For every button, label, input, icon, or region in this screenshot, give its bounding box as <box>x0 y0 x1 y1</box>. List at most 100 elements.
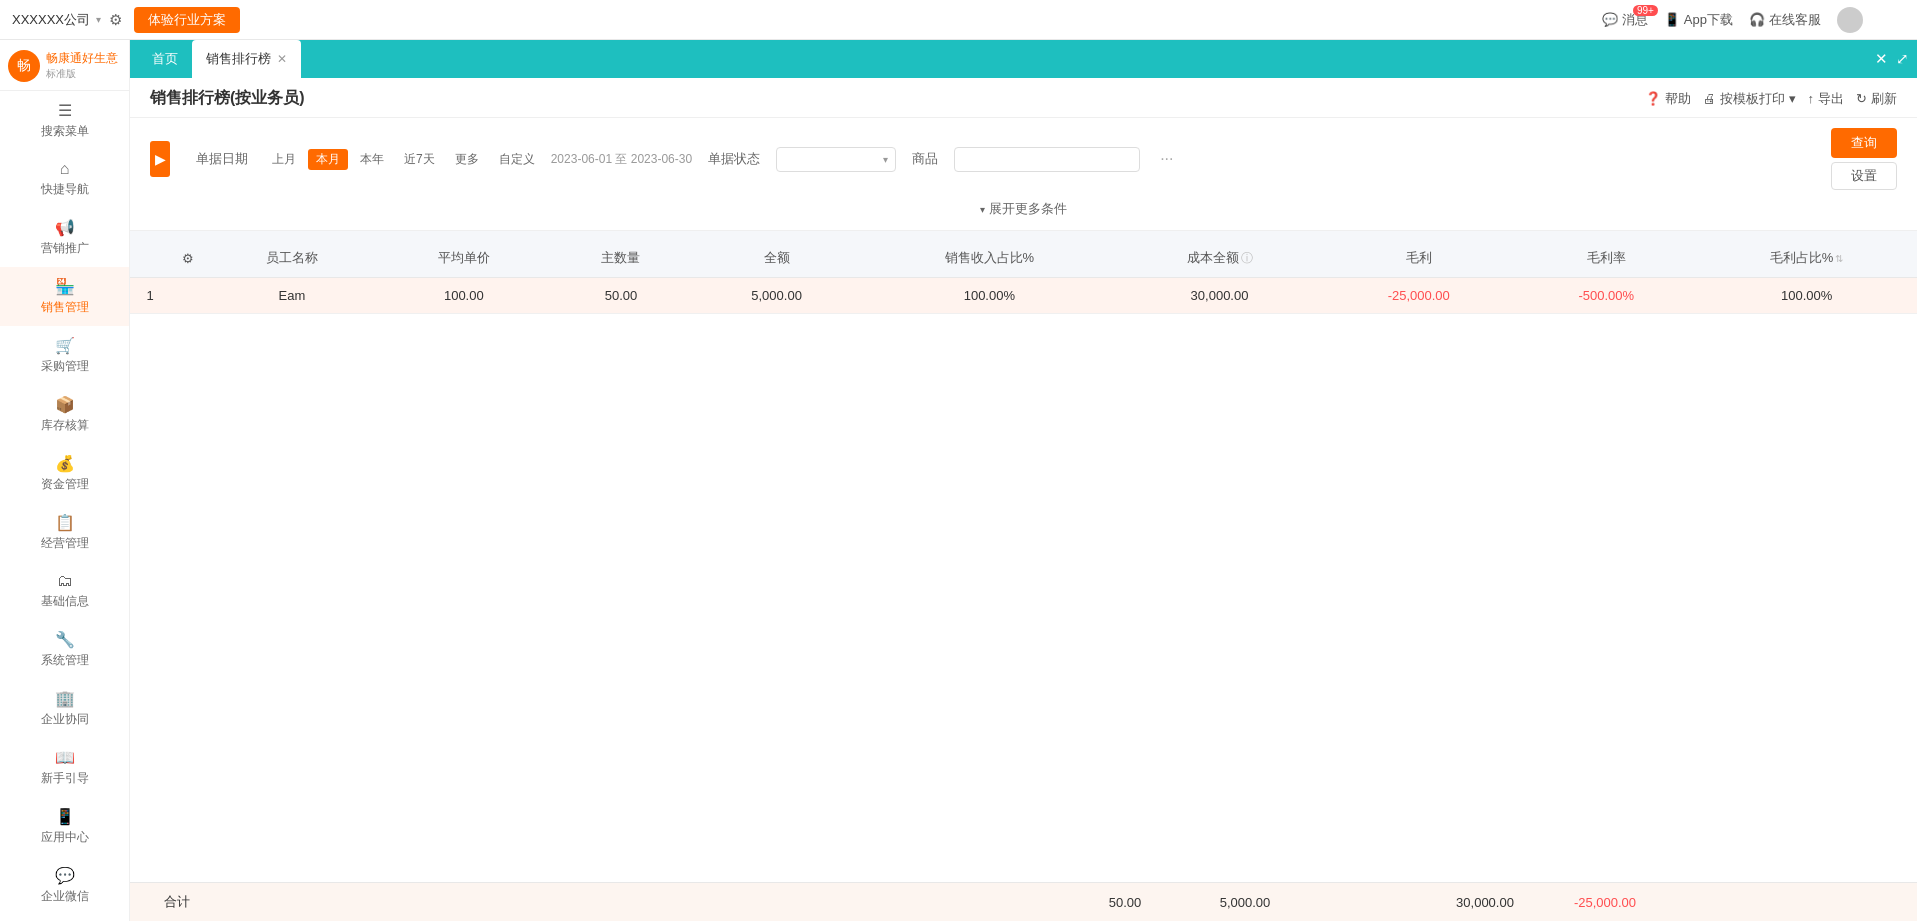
sidebar-item-enterprise[interactable]: 🏢 企业协同 <box>0 679 129 738</box>
sidebar-item-weixin[interactable]: 💬 企业微信 <box>0 856 129 915</box>
date-option-custom[interactable]: 自定义 <box>491 149 543 170</box>
try-industry-button[interactable]: 体验行业方案 <box>134 7 240 33</box>
sidebar-item-finance[interactable]: 💰 资金管理 <box>0 444 129 503</box>
tab-bar: 首页 销售排行榜 ✕ ✕ ⤢ <box>130 40 1917 78</box>
cell-name: Eam <box>206 278 378 314</box>
guide-icon: 📖 <box>55 748 75 767</box>
sidebar-item-member[interactable]: V 畅会员 <box>0 915 129 921</box>
export-button[interactable]: ↑ 导出 <box>1808 90 1845 108</box>
page-title: 销售排行榜(按业务员) <box>150 88 305 109</box>
date-option-this-year[interactable]: 本年 <box>352 149 392 170</box>
sidebar-item-base-info[interactable]: 🗂 基础信息 <box>0 562 129 620</box>
col-profit: 毛利 <box>1321 239 1516 278</box>
cell-index: 1 <box>130 278 170 314</box>
table-empty-space <box>130 314 1917 882</box>
sidebar-item-marketing[interactable]: 📢 营销推广 <box>0 208 129 267</box>
sidebar-logo: 畅 畅康通好生意 标准版 <box>0 40 129 91</box>
col-profit-rate: 毛利率 <box>1516 239 1696 278</box>
col-name: 员工名称 <box>206 239 378 278</box>
cell-cost: 30,000.00 <box>1118 278 1322 314</box>
settings-button[interactable]: 设置 <box>1831 162 1897 190</box>
sidebar-item-system[interactable]: 🔧 系统管理 <box>0 620 129 679</box>
col-sales-ratio: 销售收入占比% <box>861 239 1118 278</box>
logo-text: 畅康通好生意 <box>46 51 118 67</box>
expand-more-button[interactable]: ▾ 展开更多条件 <box>980 200 1067 218</box>
sidebar-item-label: 经营管理 <box>41 535 89 552</box>
status-select[interactable]: 全部 已审核 未审核 <box>776 147 896 172</box>
system-icon: 🔧 <box>55 630 75 649</box>
page-content: 销售排行榜(按业务员) ❓ 帮助 🖨 按模板打印 ▾ ↑ 导出 <box>130 78 1917 921</box>
company-selector[interactable]: XXXXXX公司 ▾ <box>12 11 101 29</box>
cell-avg-price: 100.00 <box>378 278 550 314</box>
goods-input[interactable] <box>954 147 1140 172</box>
tab-close-icon[interactable]: ✕ <box>277 52 287 66</box>
col-settings[interactable]: ⚙ <box>170 239 206 278</box>
tab-sales-ranking[interactable]: 销售排行榜 ✕ <box>192 40 301 78</box>
sales-ranking-table: ⚙ 员工名称 平均单价 主数量 全额 销售收入占比% 成本全额ⓘ 毛利 毛利率 … <box>130 239 1917 314</box>
sidebar-item-label: 应用中心 <box>41 829 89 846</box>
sidebar-item-label: 资金管理 <box>41 476 89 493</box>
sidebar-item-label: 企业协同 <box>41 711 89 728</box>
template-print-button[interactable]: 🖨 按模板打印 ▾ <box>1703 90 1796 108</box>
home-icon: ⌂ <box>60 160 70 178</box>
sidebar-item-sales[interactable]: 🏪 销售管理 <box>0 267 129 326</box>
online-service-label: 在线客服 <box>1769 11 1821 29</box>
cell-amount: 5,000.00 <box>692 278 861 314</box>
enterprise-icon: 🏢 <box>55 689 75 708</box>
sidebar-item-label: 销售管理 <box>41 299 89 316</box>
app-icon: 📱 <box>1664 12 1680 27</box>
tab-expand-icon[interactable]: ⤢ <box>1896 50 1909 68</box>
table-container: ⚙ 员工名称 平均单价 主数量 全额 销售收入占比% 成本全额ⓘ 毛利 毛利率 … <box>130 239 1917 882</box>
date-range-display: 2023-06-01 至 2023-06-30 <box>551 151 692 168</box>
online-service-action[interactable]: 🎧 在线客服 <box>1749 11 1821 29</box>
filter-row: ▶ 单据日期 上月 本月 本年 近7天 更多 自定义 2023-06-01 至 … <box>150 128 1897 190</box>
sidebar-item-operations[interactable]: 📋 经营管理 <box>0 503 129 562</box>
sidebar-item-label: 新手引导 <box>41 770 89 787</box>
help-button[interactable]: ❓ 帮助 <box>1645 90 1691 108</box>
date-option-more[interactable]: 更多 <box>447 149 487 170</box>
tab-home[interactable]: 首页 <box>138 40 192 78</box>
tab-close-window-icon[interactable]: ✕ <box>1875 50 1888 68</box>
sales-icon: 🏪 <box>55 277 75 296</box>
query-button[interactable]: 查询 <box>1831 128 1897 158</box>
sort-icon[interactable]: ⇅ <box>1835 253 1843 264</box>
sidebar-item-label: 快捷导航 <box>41 181 89 198</box>
col-main-qty: 主数量 <box>550 239 692 278</box>
status-filter-label: 单据状态 <box>708 150 760 168</box>
app-download-action[interactable]: 📱 App下载 <box>1664 11 1733 29</box>
date-option-7days[interactable]: 近7天 <box>396 149 443 170</box>
date-options: 上月 本月 本年 近7天 更多 自定义 2023-06-01 至 2023-06… <box>264 149 692 170</box>
sidebar-item-search-orders[interactable]: ☰ 搜索菜单 <box>0 91 129 150</box>
sidebar-item-quick-nav[interactable]: ⌂ 快捷导航 <box>0 150 129 208</box>
print-icon: 🖨 <box>1703 91 1716 106</box>
refresh-button[interactable]: ↻ 刷新 <box>1856 90 1897 108</box>
collapse-filter-button[interactable]: ▶ <box>150 141 170 177</box>
avatar[interactable] <box>1837 7 1863 33</box>
col-cost: 成本全额ⓘ <box>1118 239 1322 278</box>
weixin-icon: 💬 <box>55 866 75 885</box>
sidebar-item-guide[interactable]: 📖 新手引导 <box>0 738 129 797</box>
sidebar-item-label: 系统管理 <box>41 652 89 669</box>
sidebar-item-label: 采购管理 <box>41 358 89 375</box>
refresh-icon: ↻ <box>1856 91 1867 106</box>
sidebar-item-purchase[interactable]: 🛒 采购管理 <box>0 326 129 385</box>
col-profit-ratio: 毛利占比%⇅ <box>1696 239 1917 278</box>
date-option-last-month[interactable]: 上月 <box>264 149 304 170</box>
sidebar-item-inventory[interactable]: 📦 库存核算 <box>0 385 129 444</box>
message-badge: 99+ <box>1633 5 1658 16</box>
cost-info-icon[interactable]: ⓘ <box>1241 251 1253 265</box>
date-filter-label: 单据日期 <box>196 150 248 168</box>
finance-icon: 💰 <box>55 454 75 473</box>
footer-profit: -25,000.00 <box>1545 895 1665 910</box>
top-header: XXXXXX公司 ▾ ⚙ 体验行业方案 💬 消息 99+ 📱 App下载 🎧 在… <box>0 0 1917 40</box>
message-icon: 💬 <box>1602 12 1618 27</box>
operations-icon: 📋 <box>55 513 75 532</box>
more-filters-dots[interactable]: ··· <box>1160 150 1173 168</box>
date-option-this-month[interactable]: 本月 <box>308 149 348 170</box>
print-chevron-icon: ▾ <box>1789 91 1796 106</box>
message-action[interactable]: 💬 消息 99+ <box>1602 11 1648 29</box>
sidebar-item-app-center[interactable]: 📱 应用中心 <box>0 797 129 856</box>
app-download-label: App下载 <box>1684 11 1733 29</box>
header-settings-icon[interactable]: ⚙ <box>109 11 122 29</box>
expand-row: ▾ 展开更多条件 <box>150 190 1897 220</box>
